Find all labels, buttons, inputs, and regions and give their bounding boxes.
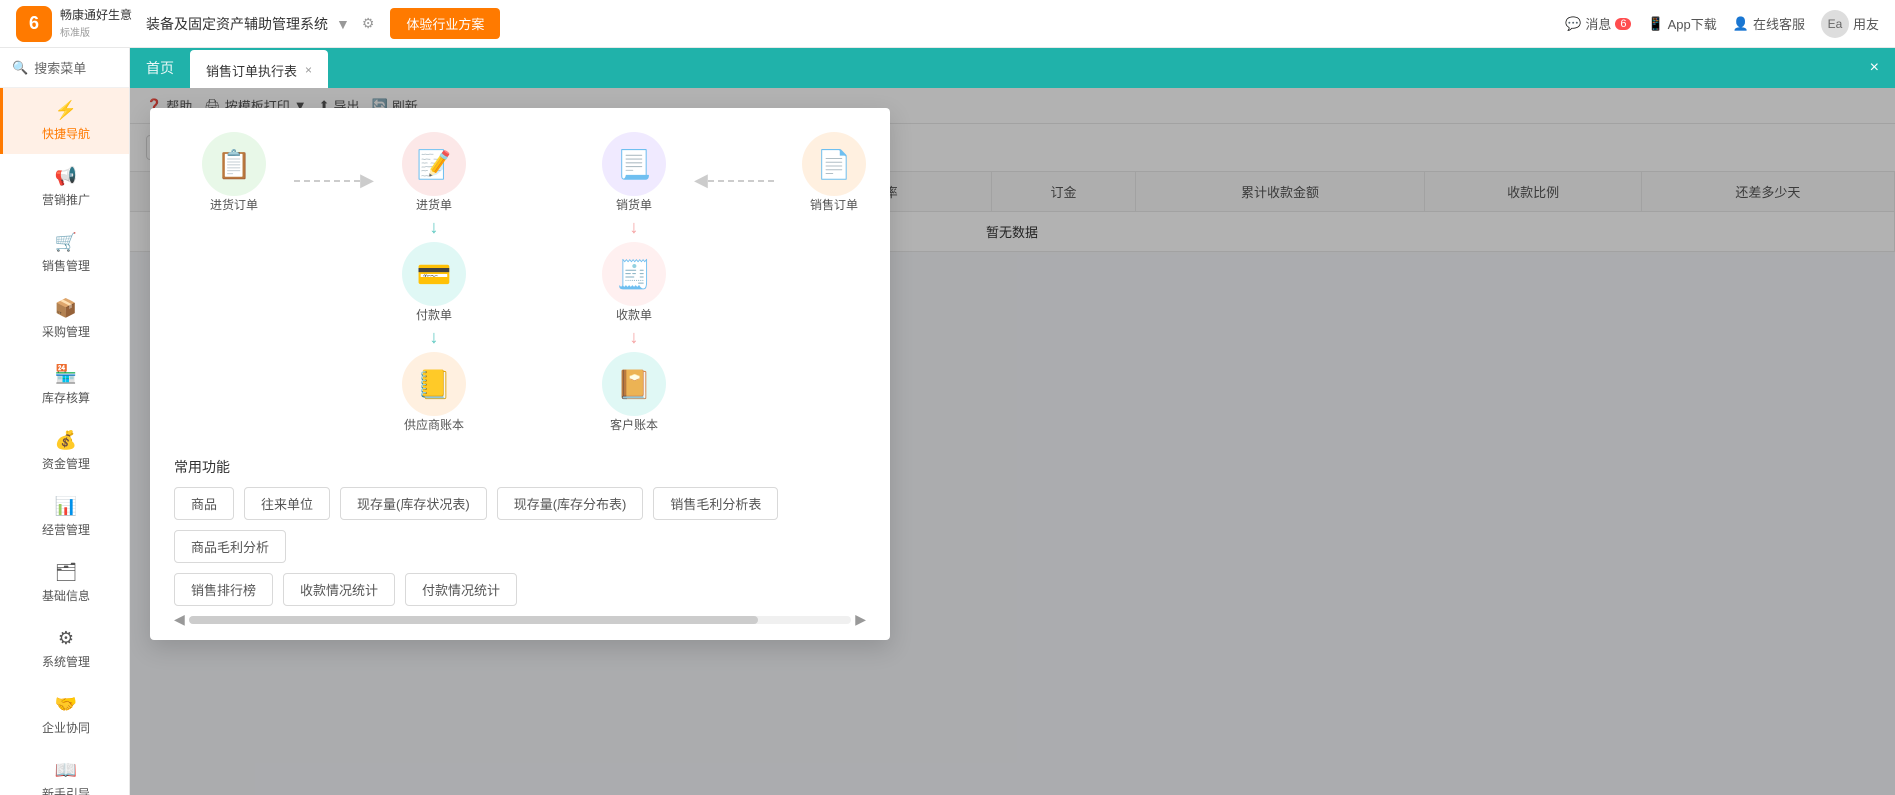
sidebar-item-quick-nav[interactable]: ⚡快捷导航 xyxy=(0,88,129,154)
sidebar-item-enterprise[interactable]: 🤝企业协同 xyxy=(0,682,129,748)
app-logo: 6 xyxy=(16,6,52,42)
common-funcs-title: 常用功能 xyxy=(174,457,866,477)
customer-ledger-node[interactable]: 📔 xyxy=(602,352,666,416)
scroll-thumb[interactable] xyxy=(189,616,759,624)
marketing-icon: 📢 xyxy=(55,166,77,187)
func-btn-1[interactable]: 往来单位 xyxy=(244,487,330,520)
modal-dialog: 📋 进货订单 ▶ xyxy=(150,108,890,640)
arrow-down-payment: ↓ xyxy=(430,327,439,348)
sidebar-item-purchase-mgmt[interactable]: 📦采购管理 xyxy=(0,286,129,352)
system-title: 装备及固定资产辅助管理系统 xyxy=(146,14,328,34)
func-btn-4[interactable]: 销售毛利分析表 xyxy=(653,487,778,520)
func-btn-2[interactable]: 现存量(库存状况表) xyxy=(340,487,487,520)
func-btn-7[interactable]: 收款情况统计 xyxy=(283,573,395,606)
sidebar-item-finance[interactable]: 💰资金管理 xyxy=(0,418,129,484)
payment-bill-node[interactable]: 💳 xyxy=(402,242,466,306)
payment-bill-label: 付款单 xyxy=(416,306,452,323)
func-btn-6[interactable]: 销售排行榜 xyxy=(174,573,273,606)
func-btn-8[interactable]: 付款情况统计 xyxy=(405,573,517,606)
avatar: Ea xyxy=(1821,10,1849,38)
operations-icon: 📊 xyxy=(55,496,77,517)
system-mgmt-icon: ⚙ xyxy=(58,628,74,649)
receipt-bill-label: 收款单 xyxy=(616,306,652,323)
app-icon: 📱 xyxy=(1647,16,1663,32)
app-download-button[interactable]: 📱 App下载 xyxy=(1647,14,1716,33)
settings-icon[interactable]: ⚙ xyxy=(362,15,375,32)
finance-icon: 💰 xyxy=(55,430,77,451)
tab-close-sales-exec[interactable]: × xyxy=(305,63,312,77)
search-icon: 🔍 xyxy=(12,60,28,76)
purchase-order-label: 进货订单 xyxy=(210,196,258,213)
sidebar-item-basic-info[interactable]: 🗂基础信息 xyxy=(0,550,129,616)
sidebar-item-sales-mgmt[interactable]: 🛒销售管理 xyxy=(0,220,129,286)
tab-home[interactable]: 首页 xyxy=(130,48,190,88)
arrow-down-receipt: ↓ xyxy=(630,327,639,348)
func-btn-3[interactable]: 现存量(库存分布表) xyxy=(497,487,644,520)
supplier-ledger-label: 供应商账本 xyxy=(404,416,464,433)
sidebar-item-marketing[interactable]: 📢营销推广 xyxy=(0,154,129,220)
sidebar-item-inventory[interactable]: 🏪库存核算 xyxy=(0,352,129,418)
scroll-left-arrow[interactable]: ◀ xyxy=(174,611,185,628)
service-icon: 👤 xyxy=(1733,16,1749,32)
purchase-bill-label: 进货单 xyxy=(416,196,452,213)
common-functions-section: 常用功能 商品往来单位现存量(库存状况表)现存量(库存分布表)销售毛利分析表商品… xyxy=(174,457,866,606)
online-service-button[interactable]: 👤 在线客服 xyxy=(1733,14,1805,33)
flow-diagram: 📋 进货订单 ▶ xyxy=(174,132,866,437)
tab-bar-close-button[interactable]: × xyxy=(1870,59,1879,77)
sidebar-item-newbie[interactable]: 📖新手引导 xyxy=(0,748,129,795)
sidebar-item-operations[interactable]: 📊经营管理 xyxy=(0,484,129,550)
sales-mgmt-icon: 🛒 xyxy=(55,232,77,253)
logo-sub: 标准版 xyxy=(60,24,132,39)
func-row-2: 销售排行榜收款情况统计付款情况统计 xyxy=(174,573,866,606)
purchase-bill-node[interactable]: 📝 xyxy=(402,132,466,196)
func-btn-0[interactable]: 商品 xyxy=(174,487,234,520)
message-badge: 6 xyxy=(1615,18,1631,30)
supplier-ledger-node[interactable]: 📒 xyxy=(402,352,466,416)
basic-info-icon: 🗂 xyxy=(55,562,78,583)
message-button[interactable]: 💬 消息 6 xyxy=(1565,14,1631,33)
search-menu-button[interactable]: 🔍 搜索菜单 xyxy=(0,48,129,88)
sales-order-label: 销售订单 xyxy=(810,196,858,213)
customer-ledger-label: 客户账本 xyxy=(610,416,658,433)
receipt-bill-node[interactable]: 🧾 xyxy=(602,242,666,306)
modal-overlay: 📋 进货订单 ▶ xyxy=(130,88,1895,795)
message-icon: 💬 xyxy=(1565,16,1581,32)
quick-nav-icon: ⚡ xyxy=(55,100,77,121)
logo-text: 畅康通好生意 xyxy=(60,8,132,24)
func-btn-5[interactable]: 商品毛利分析 xyxy=(174,530,286,563)
sales-bill-node[interactable]: 📃 xyxy=(602,132,666,196)
try-industry-button[interactable]: 体验行业方案 xyxy=(390,8,500,39)
system-dropdown-icon[interactable]: ▼ xyxy=(336,16,350,32)
purchase-mgmt-icon: 📦 xyxy=(55,298,77,319)
arrow-down-sales: ↓ xyxy=(630,217,639,238)
sales-order-node[interactable]: 📄 xyxy=(802,132,866,196)
tab-sales-exec[interactable]: 销售订单执行表× xyxy=(190,50,328,90)
arrow-down-purchase: ↓ xyxy=(430,217,439,238)
inventory-icon: 🏪 xyxy=(55,364,77,385)
func-row-1: 商品往来单位现存量(库存状况表) 现存量(库存分布表) 销售毛利分析表商品毛利分析 xyxy=(174,487,866,563)
scroll-right-arrow[interactable]: ▶ xyxy=(855,611,866,628)
enterprise-icon: 🤝 xyxy=(55,694,77,715)
sidebar-item-system-mgmt[interactable]: ⚙系统管理 xyxy=(0,616,129,682)
user-avatar-button[interactable]: Ea 用友 xyxy=(1821,10,1879,38)
sales-bill-label: 销货单 xyxy=(616,196,652,213)
newbie-icon: 📖 xyxy=(55,760,77,781)
purchase-order-node[interactable]: 📋 xyxy=(202,132,266,196)
